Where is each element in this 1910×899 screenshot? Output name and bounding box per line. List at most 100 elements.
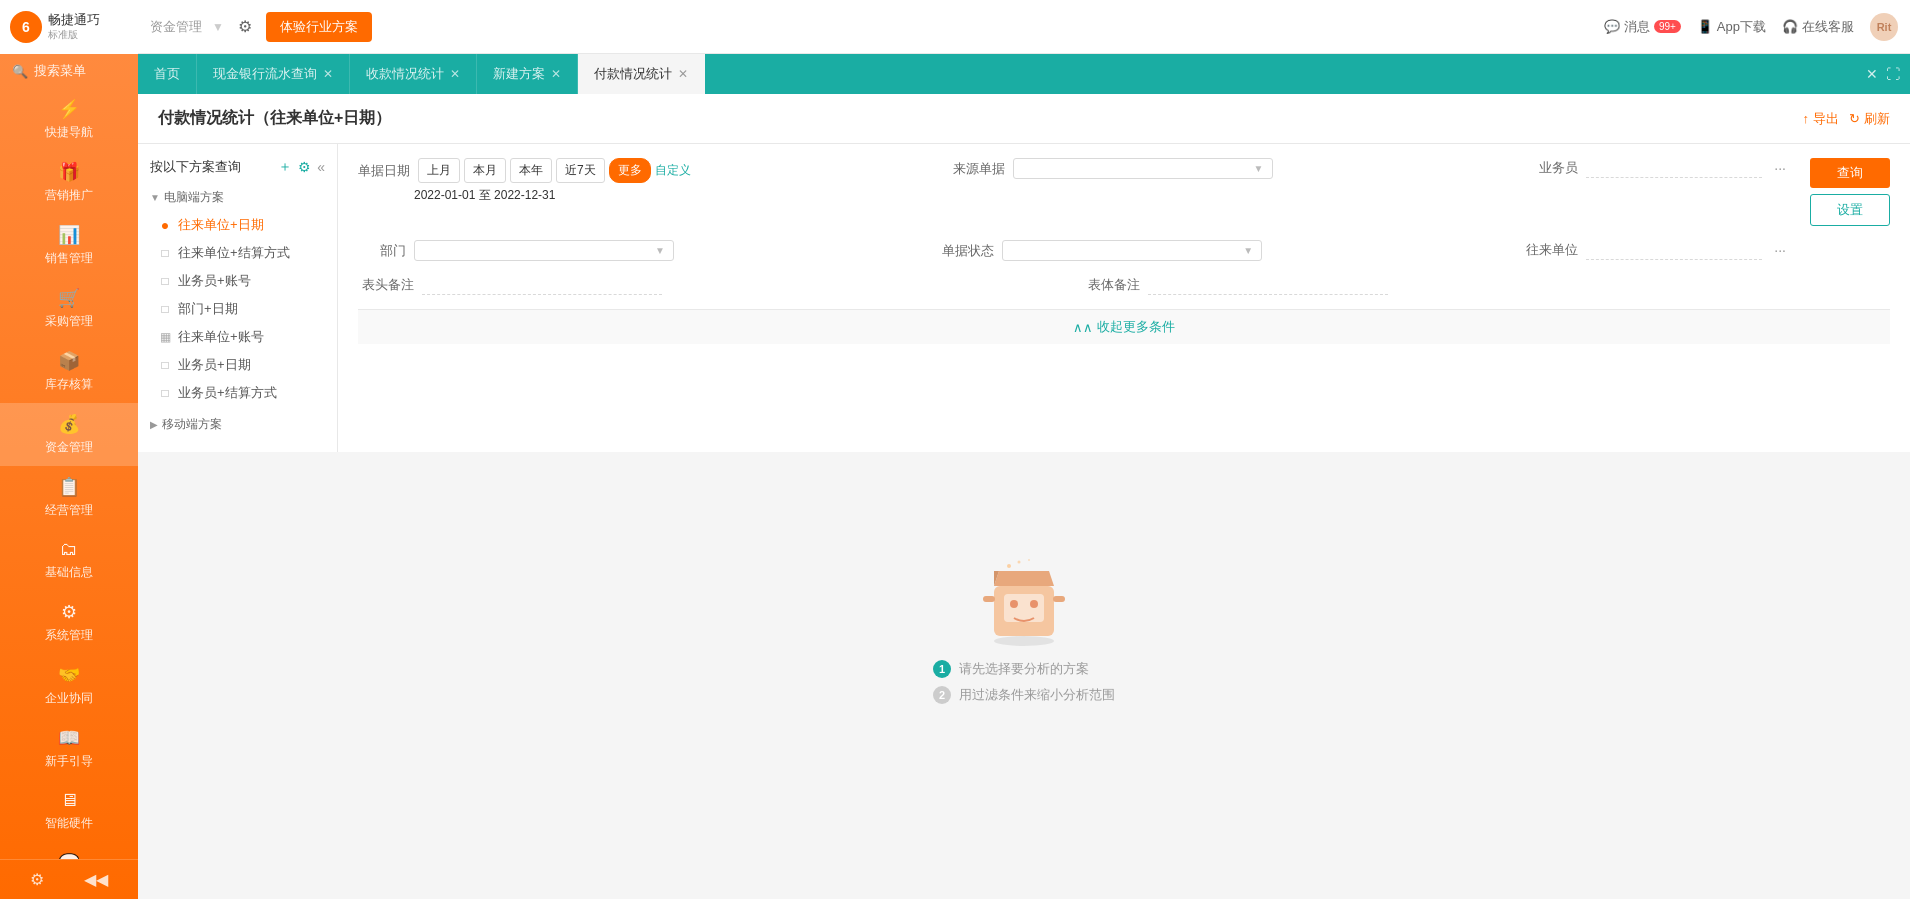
staff-ellipsis-icon[interactable]: ···	[1770, 160, 1790, 176]
bill-status-field: 单据状态 ▼	[938, 240, 1262, 261]
tab-new-scheme[interactable]: 新建方案 ✕	[477, 54, 578, 94]
scheme-item-partner-date[interactable]: ● 往来单位+日期	[146, 211, 337, 239]
bill-status-select[interactable]: ▼	[1002, 240, 1262, 261]
partner-input[interactable]	[1586, 240, 1762, 260]
collapse-scheme-icon[interactable]: «	[317, 159, 325, 175]
query-button[interactable]: 查询	[1810, 158, 1890, 188]
payment-stat-tab-label: 付款情况统计	[594, 65, 672, 83]
collapse-sidebar-icon[interactable]: ◀◀	[84, 870, 108, 889]
receivable-close-icon[interactable]: ✕	[450, 67, 460, 81]
messages-badge: 99+	[1654, 20, 1681, 33]
user-avatar: Rit	[1870, 13, 1898, 41]
scheme-group-mobile-header[interactable]: ▶ 移动端方案	[138, 411, 337, 438]
collapse-bar[interactable]: ∧∧ 收起更多条件	[358, 309, 1890, 344]
sidebar-item-inventory[interactable]: 📦 库存核算	[0, 340, 138, 403]
sidebar-item-label: 基础信息	[45, 564, 93, 581]
sidebar-item-weixin[interactable]: 💬 企业微信	[0, 842, 138, 859]
tab-close-all-icon[interactable]: ✕	[1866, 66, 1878, 82]
messages-item[interactable]: 💬 消息 99+	[1604, 18, 1681, 36]
settings-button[interactable]: 设置	[1810, 194, 1890, 226]
scheme-panel-actions: ＋ ⚙ «	[278, 158, 325, 176]
hint-2-text: 用过滤条件来缩小分析范围	[959, 686, 1115, 704]
date-this-month-btn[interactable]: 本月	[464, 158, 506, 183]
app-download-label: App下载	[1717, 18, 1766, 36]
topbar-settings-icon[interactable]: ⚙	[238, 17, 252, 36]
topbar-right: 💬 消息 99+ 📱 App下载 🎧 在线客服 Rit	[1604, 13, 1898, 41]
scheme-item-dept-date[interactable]: □ 部门+日期	[146, 295, 337, 323]
quick-nav-icon: ⚡	[58, 98, 80, 120]
scheme-group-pc-header[interactable]: ▼ 电脑端方案	[138, 184, 337, 211]
scheme-panel-title: 按以下方案查询	[150, 158, 241, 176]
trial-btn[interactable]: 体验行业方案	[266, 12, 372, 42]
sidebar-nav: ⚡ 快捷导航 🎁 营销推广 📊 销售管理 🛒 采购管理 📦 库存核算 💰 资金管…	[0, 88, 138, 859]
staff-field: 业务员 ···	[1530, 158, 1790, 178]
sidebar-item-finance[interactable]: 💰 资金管理	[0, 403, 138, 466]
date-last-month-btn[interactable]: 上月	[418, 158, 460, 183]
source-select[interactable]: ▼	[1013, 158, 1273, 179]
scheme-item-partner-account[interactable]: ▦ 往来单位+账号	[146, 323, 337, 351]
table-body-note-input[interactable]	[1148, 275, 1388, 295]
partner-ellipsis-icon[interactable]: ···	[1770, 242, 1790, 258]
staff-input[interactable]	[1586, 158, 1762, 178]
tab-bank-flow[interactable]: 现金银行流水查询 ✕	[197, 54, 350, 94]
refresh-button[interactable]: ↻ 刷新	[1849, 110, 1890, 128]
tab-expand-icon[interactable]: ⛶	[1886, 66, 1900, 82]
svg-point-7	[1007, 564, 1011, 568]
hint-1-text: 请先选择要分析的方案	[959, 660, 1089, 678]
sidebar-item-marketing[interactable]: 🎁 营销推广	[0, 151, 138, 214]
export-button[interactable]: ↑ 导出	[1803, 110, 1840, 128]
sidebar-item-guide[interactable]: 📖 新手引导	[0, 717, 138, 780]
dept-field: 部门 ▼	[358, 240, 674, 261]
tab-home[interactable]: 首页	[138, 54, 197, 94]
sidebar-item-quick-nav[interactable]: ⚡ 快捷导航	[0, 88, 138, 151]
messages-label: 消息	[1624, 18, 1650, 36]
date-custom-btn[interactable]: 自定义	[655, 162, 691, 179]
settings-footer-icon[interactable]: ⚙	[30, 870, 44, 889]
tabbar-actions: ✕ ⛶	[1856, 54, 1910, 94]
export-icon: ↑	[1803, 111, 1810, 126]
sidebar-item-basic[interactable]: 🗂 基础信息	[0, 529, 138, 591]
filter-row-1: 单据日期 上月 本月 本年 近7天 更多 自定义 2022-01-0	[358, 158, 1890, 226]
sidebar-item-sales[interactable]: 📊 销售管理	[0, 214, 138, 277]
online-service-item[interactable]: 🎧 在线客服	[1782, 18, 1854, 36]
date-options: 上月 本月 本年 近7天 更多 自定义	[418, 158, 691, 183]
dept-select[interactable]: ▼	[414, 240, 674, 261]
user-avatar-item[interactable]: Rit	[1870, 13, 1898, 41]
date-this-year-btn[interactable]: 本年	[510, 158, 552, 183]
search-menu-label: 搜索菜单	[34, 62, 86, 80]
tab-receivable[interactable]: 收款情况统计 ✕	[350, 54, 477, 94]
source-field: 来源单据 ▼	[949, 158, 1273, 179]
new-scheme-tab-label: 新建方案	[493, 65, 545, 83]
system-icon: ⚙	[61, 601, 77, 623]
scheme-item-staff-date[interactable]: □ 业务员+日期	[146, 351, 337, 379]
date-field: 单据日期 上月 本月 本年 近7天 更多 自定义 2022-01-0	[358, 158, 691, 204]
scheme-settings-icon[interactable]: ⚙	[298, 159, 311, 175]
add-scheme-icon[interactable]: ＋	[278, 158, 292, 176]
source-dropdown-icon: ▼	[1254, 163, 1264, 174]
sidebar-item-purchase[interactable]: 🛒 采购管理	[0, 277, 138, 340]
mobile-group-arrow-icon: ▶	[150, 419, 158, 430]
online-service-label: 在线客服	[1802, 18, 1854, 36]
table-head-note-input[interactable]	[422, 275, 662, 295]
sidebar-item-system[interactable]: ⚙ 系统管理	[0, 591, 138, 654]
search-menu[interactable]: 🔍 搜索菜单	[0, 54, 138, 88]
table-body-note-field: 表体备注	[1084, 275, 1388, 295]
tab-payment-stat[interactable]: 付款情况统计 ✕	[578, 54, 705, 94]
scheme-item-staff-account[interactable]: □ 业务员+账号	[146, 267, 337, 295]
date-last-7-btn[interactable]: 近7天	[556, 158, 605, 183]
bank-flow-close-icon[interactable]: ✕	[323, 67, 333, 81]
scheme-item-staff-settle[interactable]: □ 业务员+结算方式	[146, 379, 337, 407]
sales-icon: 📊	[58, 224, 80, 246]
weixin-icon: 💬	[58, 852, 80, 859]
app-download-item[interactable]: 📱 App下载	[1697, 18, 1766, 36]
collapse-label: 收起更多条件	[1097, 318, 1175, 336]
app-name-block: 畅捷通巧 标准版	[48, 12, 100, 43]
date-more-btn[interactable]: 更多	[609, 158, 651, 183]
new-scheme-close-icon[interactable]: ✕	[551, 67, 561, 81]
scheme-item-partner-settle[interactable]: □ 往来单位+结算方式	[146, 239, 337, 267]
sidebar-item-operations[interactable]: 📋 经营管理	[0, 466, 138, 529]
payment-stat-close-icon[interactable]: ✕	[678, 67, 688, 81]
sidebar-item-hardware[interactable]: 🖥 智能硬件	[0, 780, 138, 842]
empty-state: 1 请先选择要分析的方案 2 用过滤条件来缩小分析范围	[138, 456, 1910, 784]
sidebar-item-corp[interactable]: 🤝 企业协同	[0, 654, 138, 717]
